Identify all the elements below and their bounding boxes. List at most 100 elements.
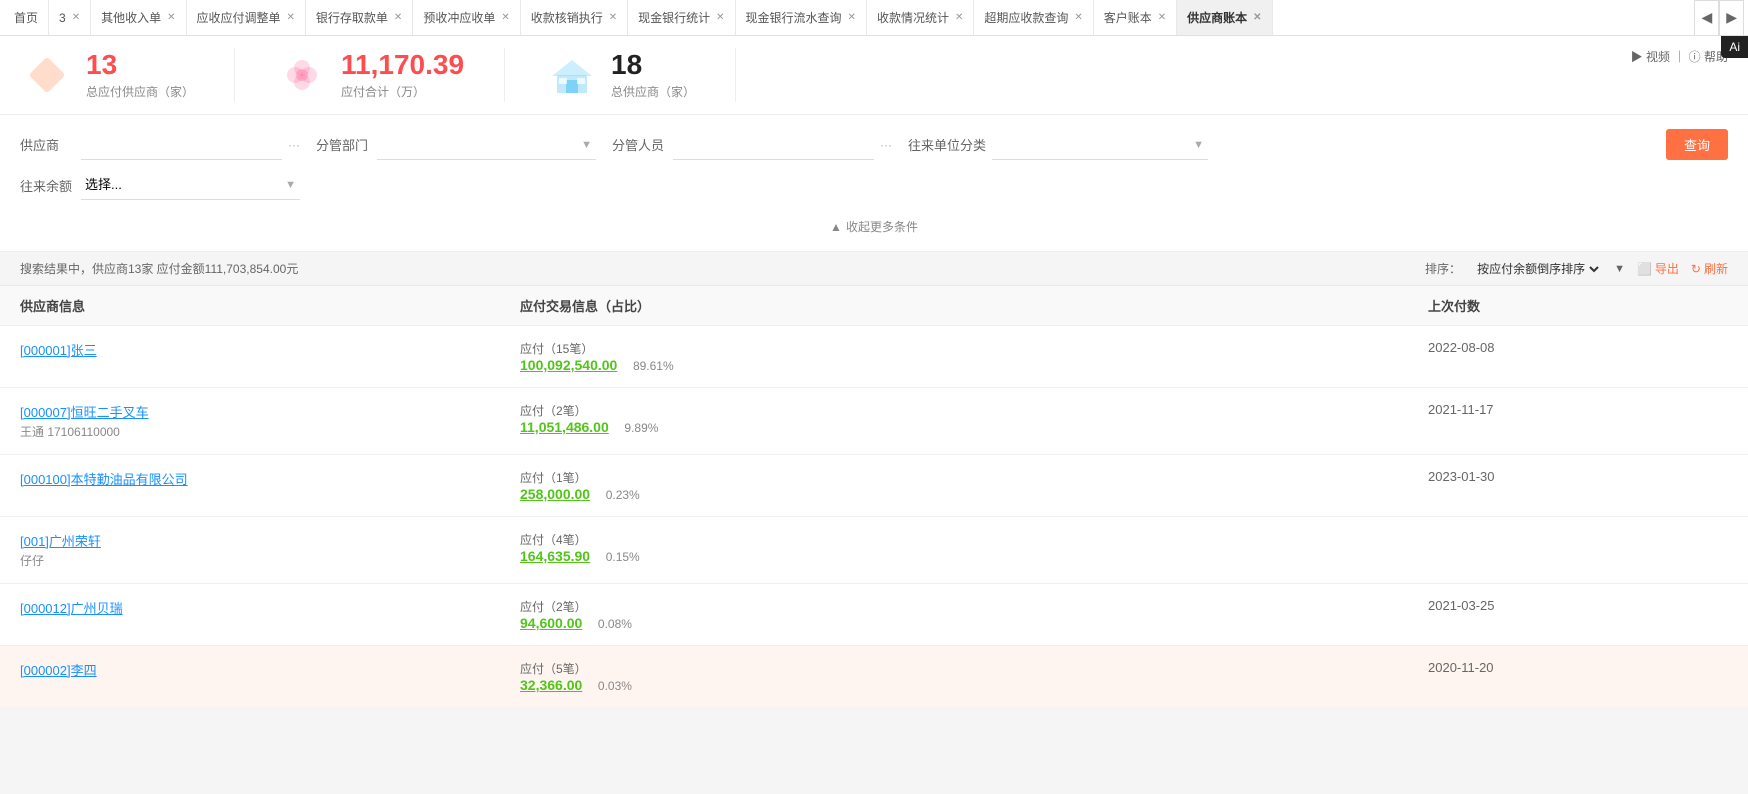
supplier-info-cell: [000007]恒旺二手叉车 王通 17106110000 [20,402,520,440]
payable-total-amount: 11,170.39 [341,50,464,81]
supplier-table: 供应商信息 应付交易信息（占比） 上次付数 [000001]张三 应付（15笔）… [0,286,1748,707]
last-payment-cell: 2020-11-20 [1428,660,1728,675]
tab-prev-button[interactable]: ◀ [1694,0,1719,36]
stat-payable-total: 11,170.39 应付合计（万） [275,48,505,102]
supplier-info-cell: [000100]本特勤油品有限公司 [20,469,520,488]
filter-category: 往来单位分类 ▼ [908,130,1208,160]
close-icon[interactable]: ✕ [501,12,509,23]
category-select[interactable] [992,130,1208,160]
collapse-label: 收起更多条件 [846,218,918,235]
supplier-dots[interactable]: ··· [288,138,300,152]
tab-bank-deposit[interactable]: 银行存取款单 ✕ [306,0,413,36]
collapse-up-icon: ▲ [830,220,842,234]
table-row: [000001]张三 应付（15笔） 100,092,540.00 89.61%… [0,326,1748,388]
refresh-button[interactable]: ↻ 刷新 [1691,260,1728,277]
supplier-link-000100[interactable]: [000100]本特勤油品有限公司 [20,472,188,487]
filter-row-2: 往来余额 选择... ▼ [20,170,1728,200]
category-label: 往来单位分类 [908,135,986,154]
close-icon[interactable]: ✕ [394,12,402,23]
tab-supplier-account[interactable]: 供应商账本 ✕ [1177,0,1272,36]
col-tx-info: 应付交易信息（占比） [520,296,1428,315]
collapse-button[interactable]: ▲ 收起更多条件 [830,214,918,239]
close-icon[interactable]: ✕ [1158,12,1166,23]
supplier-link-000001[interactable]: [000001]张三 [20,343,97,358]
tx-amount-link-001[interactable]: 164,635.90 [520,548,590,564]
person-dots[interactable]: ··· [880,138,892,152]
filter-balance: 往来余额 选择... ▼ [20,170,300,200]
tx-amount-link-000007[interactable]: 11,051,486.00 [520,419,609,435]
stat-payable-suppliers: 13 总应付供应商（家） [20,48,235,102]
result-actions: 排序： 按应付余额倒序排序 ▼ ⬜ 导出 ↻ 刷新 [1425,260,1728,277]
balance-select-wrap: 选择... ▼ [81,170,300,200]
filter-dept: 分管部门 ▼ [316,130,596,160]
balance-select[interactable]: 选择... [81,170,300,200]
last-payment-cell: 2021-03-25 [1428,598,1728,613]
category-select-wrap: ▼ [992,130,1208,160]
tab-collection-stats[interactable]: 收款情况统计 ✕ [867,0,974,36]
close-icon[interactable]: ✕ [72,12,80,23]
total-suppliers-count: 18 [611,50,695,81]
sort-select[interactable]: 按应付余额倒序排序 [1473,261,1602,277]
close-icon[interactable]: ✕ [716,12,724,23]
tx-amount-link-000002[interactable]: 32,366.00 [520,677,582,693]
table-header: 供应商信息 应付交易信息（占比） 上次付数 [0,286,1748,326]
tab-home[interactable]: 首页 [4,0,49,36]
dept-label: 分管部门 [316,135,371,154]
supplier-link-001[interactable]: [001]广州荣轩 [20,534,101,549]
tx-amount-link-000100[interactable]: 258,000.00 [520,486,590,502]
separator: ｜ [1673,50,1688,64]
close-icon[interactable]: ✕ [287,12,295,23]
tab-next-button[interactable]: ▶ [1719,0,1744,36]
person-input[interactable] [673,130,874,160]
close-icon[interactable]: ✕ [167,12,175,23]
supplier-info-cell: [000012]广州贝瑞 [20,598,520,617]
supplier-link-000002[interactable]: [000002]李四 [20,663,97,678]
col-supplier-info: 供应商信息 [20,296,520,315]
table-row: [000007]恒旺二手叉车 王通 17106110000 应付（2笔） 11,… [0,388,1748,455]
tab-cash-bank-stats[interactable]: 现金银行统计 ✕ [628,0,735,36]
tab-3[interactable]: 3 ✕ [49,0,91,36]
col-last-payment: 上次付数 [1428,296,1728,315]
tab-adjustment[interactable]: 应收应付调整单 ✕ [187,0,306,36]
tx-info-cell: 应付（5笔） 32,366.00 0.03% [520,660,1428,693]
last-payment-cell: 2021-11-17 [1428,402,1728,417]
tab-other-income[interactable]: 其他收入单 ✕ [91,0,186,36]
sort-label: 排序： [1425,260,1461,277]
last-payment-cell: 2023-01-30 [1428,469,1728,484]
video-link[interactable]: ▶ 视频 [1631,50,1670,64]
supplier-link-000007[interactable]: [000007]恒旺二手叉车 [20,405,149,420]
search-button[interactable]: 查询 [1666,129,1728,160]
flower-icon [275,48,329,102]
supplier-info-cell: [000001]张三 [20,340,520,359]
export-button[interactable]: ⬜ 导出 [1637,260,1679,277]
dept-select[interactable] [377,130,596,160]
table-row: [000012]广州贝瑞 应付（2笔） 94,600.00 0.08% 2021… [0,584,1748,646]
filter-person: 分管人员 ··· [612,130,892,160]
table-row: [000002]李四 应付（5笔） 32,366.00 0.03% 2020-1… [0,646,1748,707]
close-icon[interactable]: ✕ [955,12,963,23]
stats-bar: 13 总应付供应商（家） 11,170.39 应付合计（万） [0,36,1748,115]
tab-prepaid[interactable]: 预收冲应收单 ✕ [413,0,520,36]
supplier-label: 供应商 [20,135,75,154]
tab-collection[interactable]: 收款核销执行 ✕ [521,0,628,36]
tx-amount-link-000001[interactable]: 100,092,540.00 [520,357,617,373]
top-links: ▶ 视频 ｜ ⓘ 帮助 [1631,48,1728,65]
supplier-input[interactable] [81,130,282,160]
result-bar: 搜索结果中，供应商13家 应付金额111,703,854.00元 排序： 按应付… [0,252,1748,286]
close-icon[interactable]: ✕ [1074,12,1082,23]
filter-row-1: 供应商 ··· 分管部门 ▼ 分管人员 ··· 往来单位分类 [20,129,1728,160]
tab-cash-flow[interactable]: 现金银行流水查询 ✕ [736,0,867,36]
tab-customer-account[interactable]: 客户账本 ✕ [1094,0,1177,36]
diamond-icon [20,48,74,102]
close-icon[interactable]: ✕ [1253,12,1261,23]
sort-dropdown-icon: ▼ [1614,263,1625,275]
ai-button[interactable]: Ai [1721,36,1748,58]
supplier-link-000012[interactable]: [000012]广州贝瑞 [20,601,123,616]
close-icon[interactable]: ✕ [848,12,856,23]
filter-supplier: 供应商 ··· [20,130,300,160]
tx-info-cell: 应付（1笔） 258,000.00 0.23% [520,469,1428,502]
close-icon[interactable]: ✕ [609,12,617,23]
filter-bar: 供应商 ··· 分管部门 ▼ 分管人员 ··· 往来单位分类 [0,115,1748,252]
tab-overdue[interactable]: 超期应收款查询 ✕ [974,0,1093,36]
tx-amount-link-000012[interactable]: 94,600.00 [520,615,582,631]
